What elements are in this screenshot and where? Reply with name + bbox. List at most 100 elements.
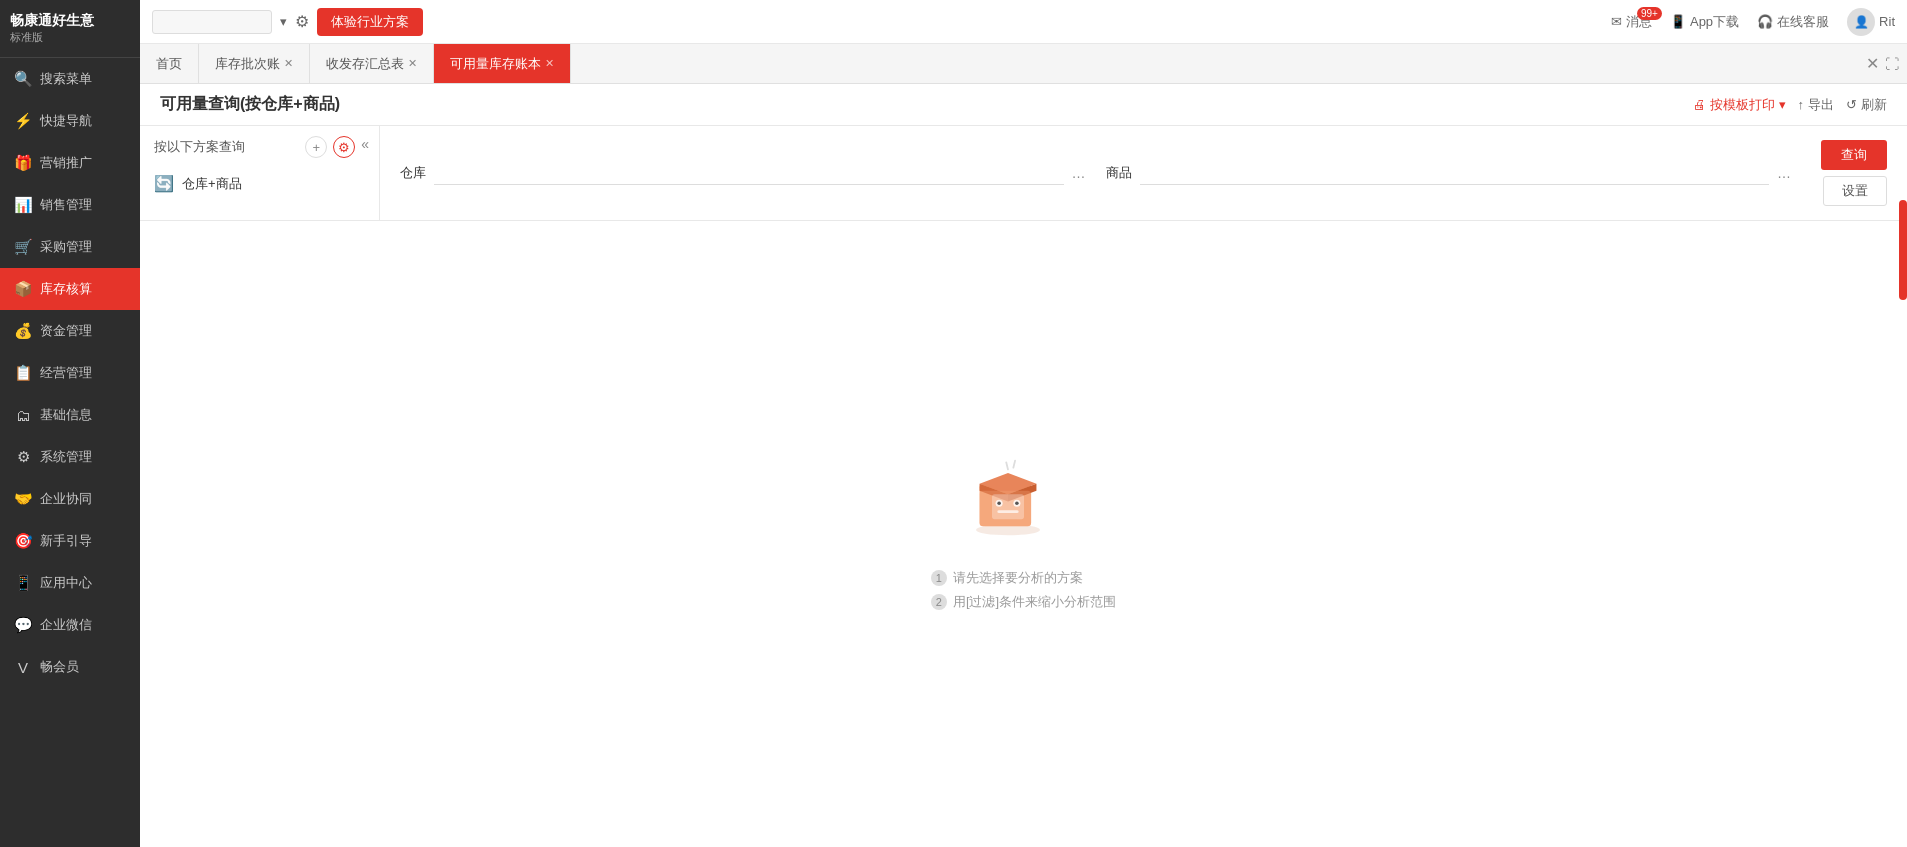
headset-icon: 🎧	[1757, 14, 1773, 29]
main-content: ▾ ⚙ 体验行业方案 ✉ 消息 99+ 📱 App下载 🎧 在线客服 👤 R	[140, 0, 1907, 847]
tip-text-2: 用[过滤]条件来缩小分析范围	[953, 593, 1116, 611]
print-icon: 🖨	[1693, 97, 1706, 112]
empty-state: 1 请先选择要分析的方案 2 用[过滤]条件来缩小分析范围	[931, 457, 1116, 611]
close-all-tabs-icon[interactable]: ✕	[1866, 54, 1879, 73]
right-filter-panel: 仓库 … 商品 … 查询 设置	[380, 126, 1907, 220]
app-center-icon: 📱	[14, 574, 32, 592]
industry-btn[interactable]: 体验行业方案	[317, 8, 423, 36]
sidebar-item-label-purchase: 采购管理	[40, 238, 92, 256]
collapse-panel-icon[interactable]: «	[361, 136, 369, 158]
refresh-btn[interactable]: ↺ 刷新	[1846, 96, 1887, 114]
add-plan-btn[interactable]: +	[305, 136, 327, 158]
sidebar-item-label-inventory: 库存核算	[40, 280, 92, 298]
message-btn[interactable]: ✉ 消息 99+	[1611, 13, 1652, 31]
topbar: ▾ ⚙ 体验行业方案 ✉ 消息 99+ 📱 App下载 🎧 在线客服 👤 R	[140, 0, 1907, 44]
sidebar-item-label-wechat: 企业微信	[40, 616, 92, 634]
tab-home[interactable]: 首页	[140, 44, 199, 83]
sidebar-item-guide[interactable]: 🎯 新手引导	[0, 520, 140, 562]
tip-num-1: 1	[931, 570, 947, 586]
sidebar-item-label-app-center: 应用中心	[40, 574, 92, 592]
sidebar-item-sales[interactable]: 📊 销售管理	[0, 184, 140, 226]
query-area: 按以下方案查询 + ⚙ « 🔄 仓库+商品 仓库 …	[140, 126, 1907, 221]
sidebar-item-label-basic: 基础信息	[40, 406, 92, 424]
app-logo: 畅康通好生意 标准版	[0, 0, 140, 58]
online-service-btn[interactable]: 🎧 在线客服	[1757, 13, 1829, 31]
sidebar-item-label-operation: 经营管理	[40, 364, 92, 382]
product-filter: 商品 …	[1106, 161, 1792, 185]
sidebar-item-label-finance: 资金管理	[40, 322, 92, 340]
topbar-right: ✉ 消息 99+ 📱 App下载 🎧 在线客服 👤 Rit	[1611, 8, 1895, 36]
right-scrollbar[interactable]	[1899, 200, 1907, 300]
sidebar-item-basic[interactable]: 🗂 基础信息	[0, 394, 140, 436]
sidebar-item-finance[interactable]: 💰 资金管理	[0, 310, 140, 352]
svg-point-10	[1016, 501, 1020, 505]
print-label: 按模板打印	[1710, 96, 1775, 114]
plan-warehouse-product[interactable]: 🔄 仓库+商品	[140, 166, 379, 201]
sidebar-item-app-center[interactable]: 📱 应用中心	[0, 562, 140, 604]
export-label: 导出	[1808, 96, 1834, 114]
close-tab-batch-icon[interactable]: ✕	[284, 57, 293, 70]
product-input[interactable]	[1140, 161, 1770, 185]
left-panel-title: 按以下方案查询	[154, 138, 245, 156]
tip-row-1: 1 请先选择要分析的方案	[931, 569, 1116, 587]
tabs-bar: 首页 库存批次账 ✕ 收发存汇总表 ✕ 可用量库存账本 ✕ ✕ ⛶	[140, 44, 1907, 84]
print-btn[interactable]: 🖨 按模板打印 ▾	[1693, 96, 1786, 114]
app-name: 畅康通好生意	[10, 12, 130, 30]
close-tab-summary-icon[interactable]: ✕	[408, 57, 417, 70]
tab-batch-account[interactable]: 库存批次账 ✕	[199, 44, 310, 83]
sidebar-item-member[interactable]: V 畅会员	[0, 646, 140, 688]
left-panel-icons: + ⚙ «	[305, 136, 369, 158]
settings-btn[interactable]: 设置	[1823, 176, 1887, 206]
app-download-btn[interactable]: 📱 App下载	[1670, 13, 1739, 31]
sidebar-item-enterprise[interactable]: 🤝 企业协同	[0, 478, 140, 520]
sidebar-item-label-guide: 新手引导	[40, 532, 92, 550]
message-icon: ✉	[1611, 14, 1622, 29]
avatar-icon: 👤	[1854, 15, 1869, 29]
tip-row-2: 2 用[过滤]条件来缩小分析范围	[931, 593, 1116, 611]
dropdown-chevron-icon: ▾	[280, 14, 287, 29]
warehouse-input[interactable]	[434, 161, 1064, 185]
tab-available-stock[interactable]: 可用量库存账本 ✕	[434, 44, 571, 83]
member-icon: V	[14, 658, 32, 676]
warehouse-more-icon[interactable]: …	[1072, 165, 1086, 181]
settings-plan-btn[interactable]: ⚙	[333, 136, 355, 158]
gear-icon[interactable]: ⚙	[295, 12, 309, 31]
tip-num-2: 2	[931, 594, 947, 610]
topbar-dropdown[interactable]: ▾	[280, 14, 287, 29]
app-version: 标准版	[10, 30, 130, 45]
sidebar-item-wechat[interactable]: 💬 企业微信	[0, 604, 140, 646]
sidebar-item-quick-nav[interactable]: ⚡ 快捷导航	[0, 100, 140, 142]
search-input[interactable]	[152, 10, 272, 34]
user-area[interactable]: 👤 Rit	[1847, 8, 1895, 36]
tab-batch-account-label: 库存批次账	[215, 55, 280, 73]
sidebar-item-search[interactable]: 🔍 搜索菜单	[0, 58, 140, 100]
svg-line-12	[1007, 462, 1009, 469]
product-label: 商品	[1106, 164, 1132, 182]
tab-summary-label: 收发存汇总表	[326, 55, 404, 73]
page-title: 可用量查询(按仓库+商品)	[160, 94, 340, 115]
finance-icon: 💰	[14, 322, 32, 340]
tab-summary[interactable]: 收发存汇总表 ✕	[310, 44, 434, 83]
warehouse-filter: 仓库 …	[400, 161, 1086, 185]
search-icon: 🔍	[14, 70, 32, 88]
sidebar-item-purchase[interactable]: 🛒 采购管理	[0, 226, 140, 268]
expand-icon[interactable]: ⛶	[1885, 56, 1899, 72]
refresh-label: 刷新	[1861, 96, 1887, 114]
export-btn[interactable]: ↑ 导出	[1798, 96, 1835, 114]
sidebar-item-system[interactable]: ⚙ 系统管理	[0, 436, 140, 478]
online-service-label: 在线客服	[1777, 13, 1829, 31]
warehouse-label: 仓库	[400, 164, 426, 182]
svg-rect-6	[992, 494, 1024, 519]
close-tab-available-icon[interactable]: ✕	[545, 57, 554, 70]
plan-rotate-icon: 🔄	[154, 174, 174, 193]
sidebar-item-inventory[interactable]: 📦 库存核算	[0, 268, 140, 310]
tabs-right-actions: ✕ ⛶	[1866, 54, 1907, 73]
sidebar-item-operation[interactable]: 📋 经营管理	[0, 352, 140, 394]
query-btn[interactable]: 查询	[1821, 140, 1887, 170]
sidebar-item-marketing[interactable]: 🎁 营销推广	[0, 142, 140, 184]
page-actions: 🖨 按模板打印 ▾ ↑ 导出 ↺ 刷新	[1693, 96, 1888, 114]
inventory-icon: 📦	[14, 280, 32, 298]
tab-home-label: 首页	[156, 55, 182, 73]
app-download-label: App下载	[1690, 13, 1739, 31]
product-more-icon[interactable]: …	[1777, 165, 1791, 181]
